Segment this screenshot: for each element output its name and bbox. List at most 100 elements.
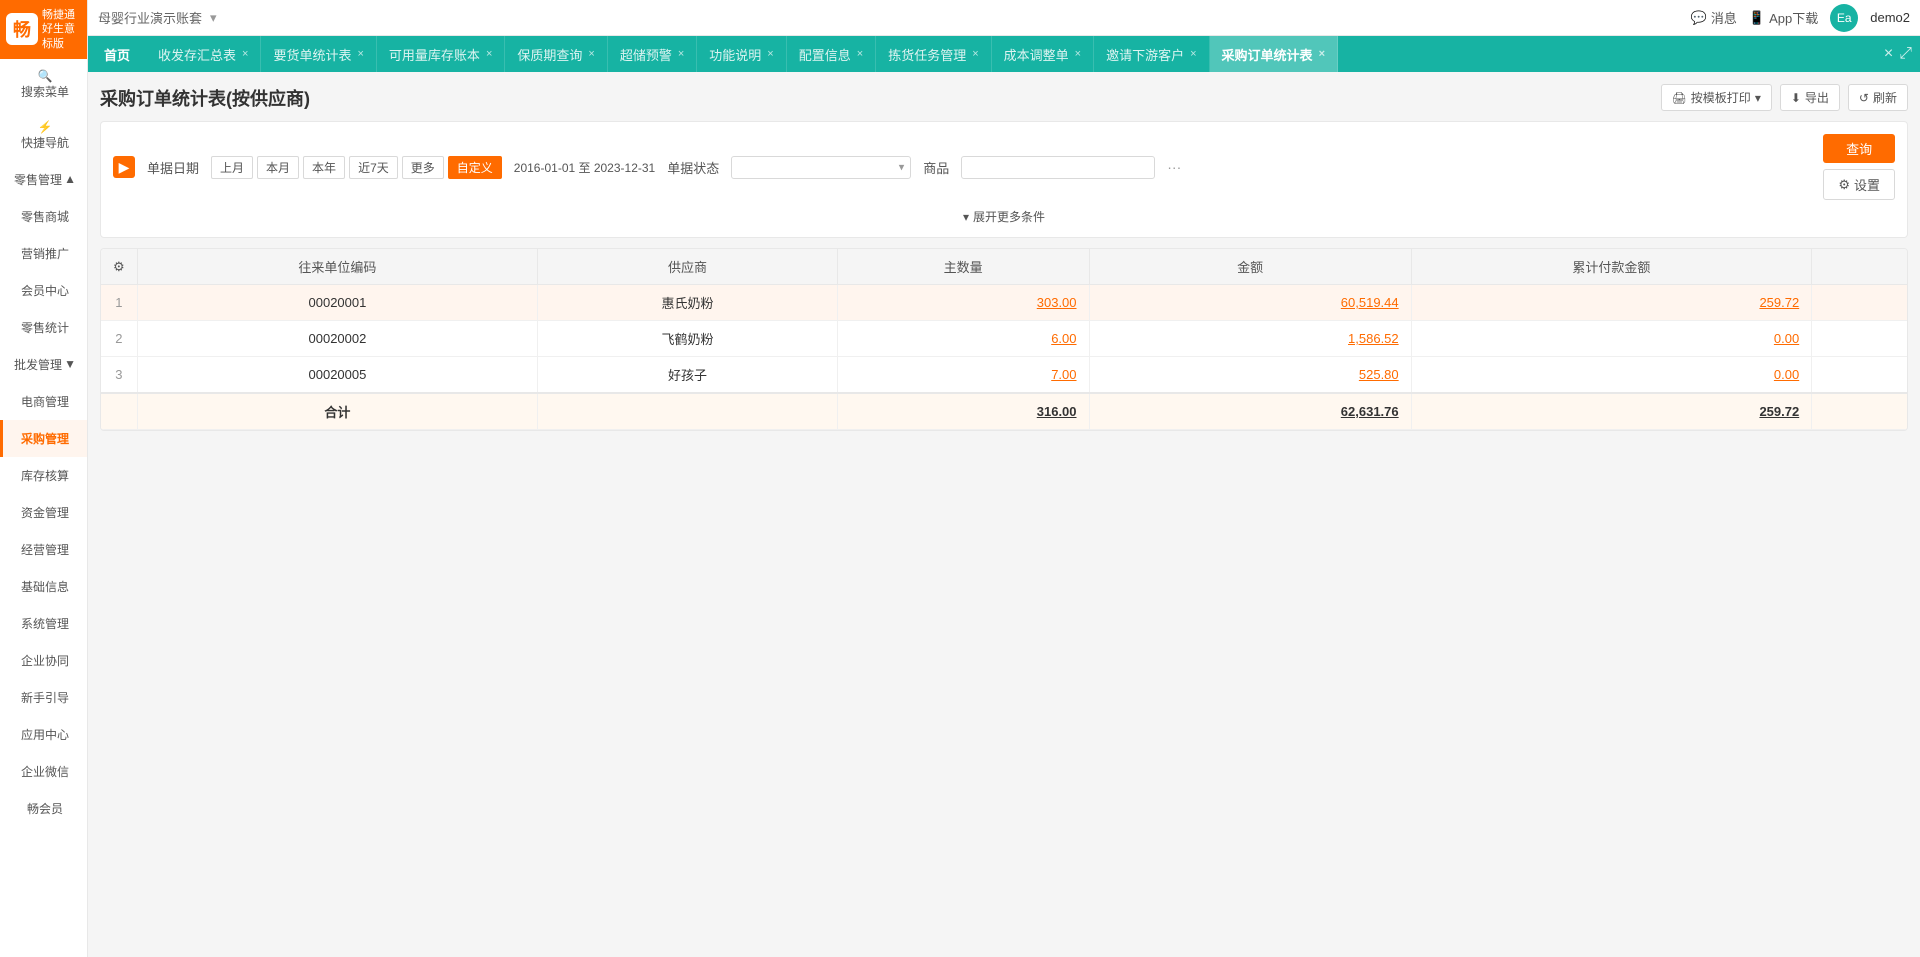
logo-icon: 畅 [6, 13, 38, 45]
maximize-button[interactable]: ⤢ [1899, 45, 1912, 63]
sidebar-item-basic-info[interactable]: 基础信息 [0, 568, 87, 605]
status-select[interactable] [731, 156, 911, 179]
arrow-down-icon: ▲ [64, 172, 76, 186]
sidebar-item-ops[interactable]: 经营管理 [0, 531, 87, 568]
sidebar-item-marketing[interactable]: 营销推广 [0, 235, 87, 272]
cell-amount[interactable]: 60,519.44 [1089, 285, 1411, 321]
tab-order-stats-close[interactable]: × [357, 48, 363, 60]
cell-amount[interactable]: 525.80 [1089, 357, 1411, 394]
cell-end [1812, 321, 1907, 357]
tab-pick-task[interactable]: 拣货任务管理 × [876, 36, 991, 72]
sidebar-item-retail-stats[interactable]: 零售统计 [0, 309, 87, 346]
tab-pick-close[interactable]: × [972, 48, 978, 60]
export-icon: ⬇ [1791, 91, 1801, 105]
sidebar-item-vip[interactable]: 畅会员 [0, 790, 87, 827]
tab-expiry-close[interactable]: × [588, 48, 594, 60]
tab-invite-close[interactable]: × [1190, 48, 1196, 60]
sidebar-item-finance[interactable]: 资金管理 [0, 494, 87, 531]
sidebar-item-search[interactable]: 🔍 搜索菜单 [0, 59, 87, 110]
tab-collection-close[interactable]: × [242, 48, 248, 60]
sidebar-item-app-center[interactable]: 应用中心 [0, 716, 87, 753]
table-row[interactable]: 1 00020001 惠氏奶粉 303.00 60,519.44 259.72 [101, 285, 1907, 321]
table-row[interactable]: 3 00020005 好孩子 7.00 525.80 0.00 [101, 357, 1907, 394]
topbar: 母婴行业演示账套 ▾ 💬 消息 📱 App下载 Ea demo2 [88, 0, 1920, 36]
sidebar-item-member[interactable]: 会员中心 [0, 272, 87, 309]
cell-supplier: 惠氏奶粉 [538, 285, 837, 321]
date-btn-this-month[interactable]: 本月 [257, 156, 299, 179]
tab-expiry-query[interactable]: 保质期查询 × [505, 36, 607, 72]
cell-cumulative[interactable]: 259.72 [1411, 285, 1812, 321]
bell-icon: 💬 [1691, 10, 1707, 26]
cell-qty[interactable]: 7.00 [837, 357, 1089, 394]
cell-num: 1 [101, 285, 137, 321]
tab-func-close[interactable]: × [767, 48, 773, 60]
query-button[interactable]: 查询 [1823, 134, 1895, 163]
date-range-text: 2016-01-01 至 2023-12-31 [514, 159, 655, 176]
table-row[interactable]: 2 00020002 飞鹤奶粉 6.00 1,586.52 0.00 [101, 321, 1907, 357]
date-btn-last-month[interactable]: 上月 [211, 156, 253, 179]
settings-icon: ⚙ [1838, 177, 1850, 193]
filter-row: ▶ 单据日期 上月 本月 本年 近7天 更多 自定义 2016-01-01 至 … [113, 134, 1895, 200]
goods-input[interactable] [961, 156, 1155, 179]
tab-invite[interactable]: 邀请下游客户 × [1094, 36, 1209, 72]
tab-overstock[interactable]: 超储预警 × [608, 36, 697, 72]
tab-config[interactable]: 配置信息 × [787, 36, 876, 72]
print-button[interactable]: 🖨 按模板打印 ▾ [1661, 84, 1772, 111]
tab-order-stats[interactable]: 要货单统计表 × [261, 36, 376, 72]
tab-config-close[interactable]: × [857, 48, 863, 60]
sidebar-item-batch-mgmt[interactable]: 批发管理 ▼ [0, 346, 87, 383]
app-download-button[interactable]: 📱 App下载 [1749, 8, 1818, 27]
cell-code: 00020001 [137, 285, 538, 321]
sidebar-item-inventory[interactable]: 库存核算 [0, 457, 87, 494]
settings-button[interactable]: ⚙ 设置 [1823, 169, 1895, 200]
expand-conditions-button[interactable]: ▾ 展开更多条件 [963, 208, 1045, 225]
tab-collection[interactable]: 收发存汇总表 × [146, 36, 261, 72]
sidebar-item-shortcut[interactable]: ⚡ 快捷导航 [0, 110, 87, 161]
goods-label: 商品 [923, 158, 949, 177]
sidebar-item-enterprise[interactable]: 企业协同 [0, 642, 87, 679]
date-btn-custom[interactable]: 自定义 [448, 156, 502, 179]
user-name[interactable]: demo2 [1870, 10, 1910, 25]
tab-func-desc[interactable]: 功能说明 × [697, 36, 786, 72]
retail-mgmt-label: 零售管理 [14, 171, 62, 188]
cell-cumulative[interactable]: 0.00 [1411, 321, 1812, 357]
sidebar-item-purchase[interactable]: 采购管理 [0, 420, 87, 457]
date-btn-more[interactable]: 更多 [402, 156, 444, 179]
sidebar-item-ecom[interactable]: 电商管理 [0, 383, 87, 420]
tab-inventory-book-close[interactable]: × [486, 48, 492, 60]
filter-collapse-button[interactable]: ▶ [113, 156, 135, 178]
goods-more-icon[interactable]: ··· [1167, 159, 1181, 175]
avatar[interactable]: Ea [1830, 4, 1858, 32]
tab-overstock-close[interactable]: × [678, 48, 684, 60]
filter-expand-row: ▾ 展开更多条件 [113, 208, 1895, 225]
tab-home[interactable]: 首页 [88, 45, 146, 64]
sidebar-item-retail-mgmt[interactable]: 零售管理 ▲ [0, 161, 87, 198]
sidebar-item-sys[interactable]: 系统管理 [0, 605, 87, 642]
notification-button[interactable]: 💬 消息 [1691, 8, 1737, 27]
content-area: 采购订单统计表(按供应商) 🖨 按模板打印 ▾ ⬇ 导出 ↺ 刷新 [88, 72, 1920, 957]
sidebar-logo[interactable]: 畅 畅捷通好生意 标版 [0, 0, 87, 59]
th-gear[interactable]: ⚙ [101, 249, 137, 285]
sidebar-item-enterprise-wx[interactable]: 企业微信 [0, 753, 87, 790]
tab-inventory-book[interactable]: 可用量库存账本 × [377, 36, 505, 72]
date-btn-7days[interactable]: 近7天 [349, 156, 398, 179]
tab-purchase-order-stats-close[interactable]: × [1319, 48, 1325, 60]
date-btn-this-year[interactable]: 本年 [303, 156, 345, 179]
tab-purchase-order-stats[interactable]: 采购订单统计表 × [1210, 36, 1338, 72]
table-footer-row: 合计 316.00 62,631.76 259.72 [101, 393, 1907, 430]
logo-text: 畅捷通好生意 标版 [42, 8, 81, 51]
chevron-down-icon: ▾ [963, 210, 969, 224]
th-code: 往来单位编码 [137, 249, 538, 285]
tab-cost-close[interactable]: × [1075, 48, 1081, 60]
export-button[interactable]: ⬇ 导出 [1780, 84, 1840, 111]
sidebar-item-retail-shop[interactable]: 零售商城 [0, 198, 87, 235]
refresh-button[interactable]: ↺ 刷新 [1848, 84, 1908, 111]
cell-qty[interactable]: 303.00 [837, 285, 1089, 321]
cell-num: 3 [101, 357, 137, 394]
close-all-tabs-button[interactable]: × [1884, 45, 1893, 63]
cell-qty[interactable]: 6.00 [837, 321, 1089, 357]
sidebar-item-new-guide[interactable]: 新手引导 [0, 679, 87, 716]
cell-cumulative[interactable]: 0.00 [1411, 357, 1812, 394]
cell-amount[interactable]: 1,586.52 [1089, 321, 1411, 357]
tab-cost-adjust[interactable]: 成本调整单 × [992, 36, 1094, 72]
